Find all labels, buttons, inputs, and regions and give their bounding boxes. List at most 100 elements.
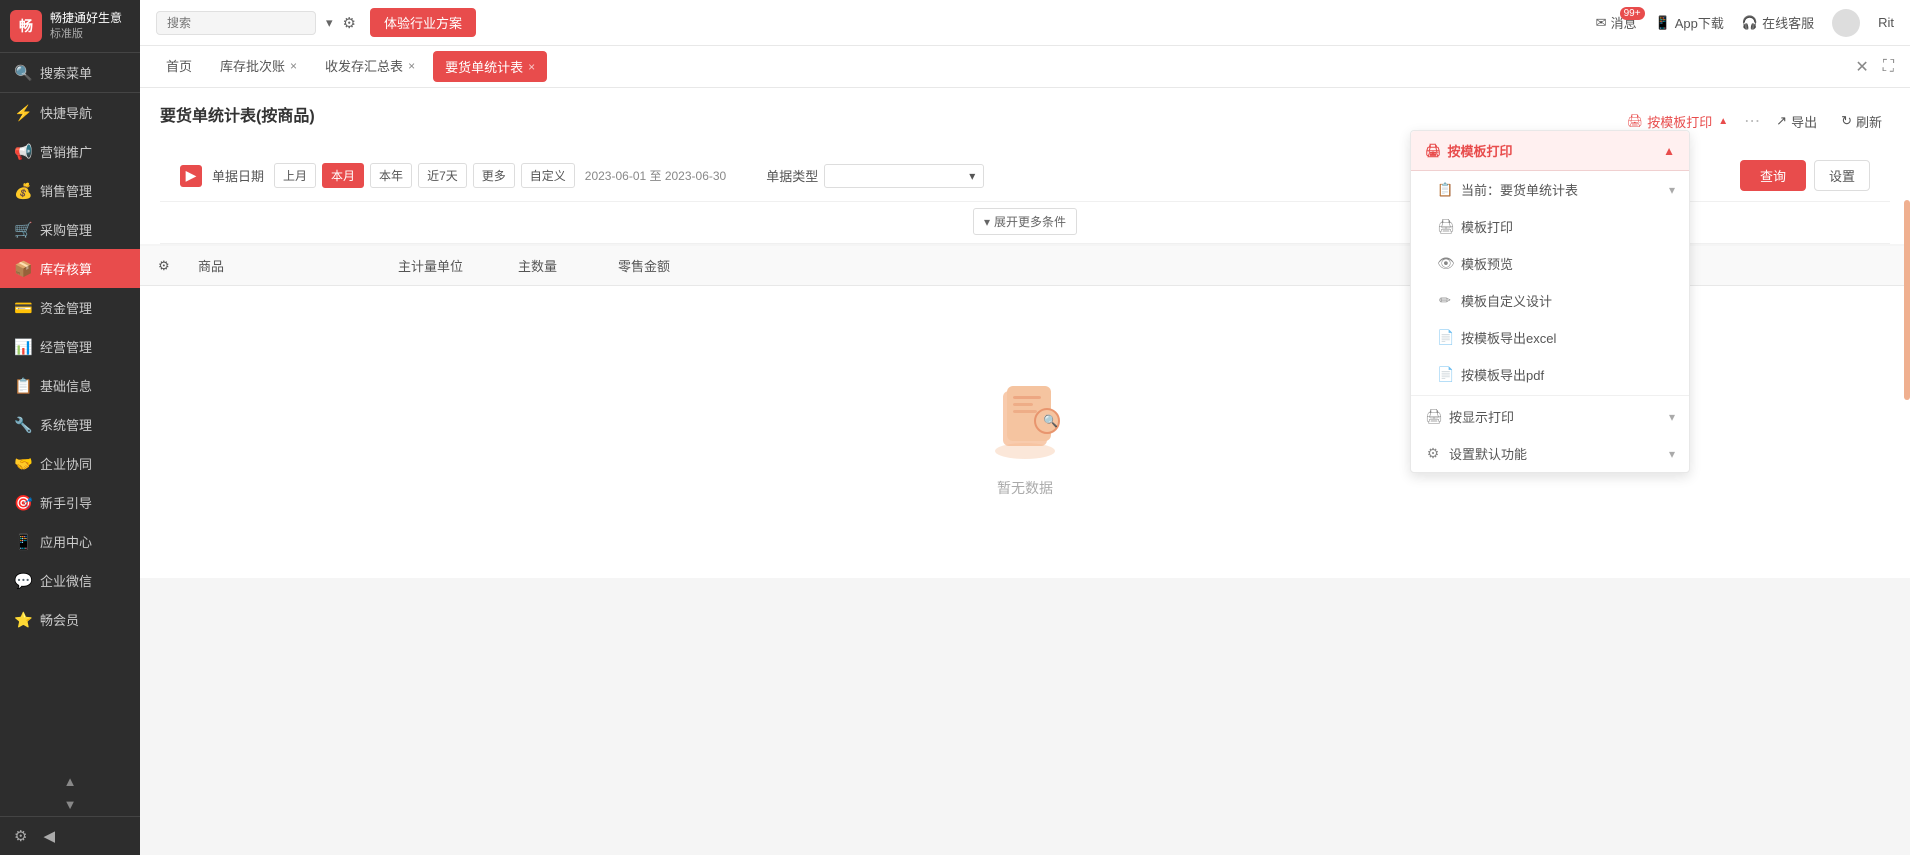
page-content: 要货单统计表(按商品) 🖨 按模板打印 ▲ ⋯ ↗ 导出 ↻ 刷新 xyxy=(140,88,1910,855)
sales-icon: 💰 xyxy=(14,182,32,200)
th-gear[interactable]: ⚙ xyxy=(150,248,190,284)
date-btn-more[interactable]: 更多 xyxy=(473,163,515,188)
new-guide-icon: 🎯 xyxy=(14,494,32,512)
topbar-dropdown-icon[interactable]: ▾ xyxy=(326,15,333,31)
topbar-gear-icon[interactable]: ⚙ xyxy=(343,14,356,32)
export-btn[interactable]: ↗ 导出 xyxy=(1768,108,1825,135)
th-unit: 主计量单位 xyxy=(390,246,510,285)
sidebar-item-new-guide[interactable]: 🎯 新手引导 xyxy=(0,483,140,522)
sidebar-item-label: 系统管理 xyxy=(40,415,92,434)
app-download-label: App下载 xyxy=(1675,13,1724,32)
dropdown-item-template-preview[interactable]: 👁 模板预览 xyxy=(1411,245,1689,282)
template-print-icon: 🖨 xyxy=(1437,218,1453,235)
sidebar-nav: ⚡ 快捷导航 📢 营销推广 💰 销售管理 🛒 采购管理 📦 库存核算 💳 资金管… xyxy=(0,93,140,770)
sidebar-item-inventory[interactable]: 📦 库存核算 xyxy=(0,249,140,288)
sidebar-item-purchase[interactable]: 🛒 采购管理 xyxy=(0,210,140,249)
enterprise-wechat-icon: 💬 xyxy=(14,572,32,590)
date-btn-this-year[interactable]: 本年 xyxy=(370,163,412,188)
dropdown-collapse-btn[interactable]: ▲ xyxy=(1663,144,1675,158)
tab-close-inventory-batch[interactable]: × xyxy=(290,59,297,73)
app-name: 畅捷通好生意 标准版 xyxy=(50,11,122,41)
dropdown-item-display-print[interactable]: 🖨 按显示打印 ▾ xyxy=(1411,398,1689,435)
tab-label: 收发存汇总表 xyxy=(325,56,403,75)
dropdown-item-template-custom[interactable]: ✏ 模板自定义设计 xyxy=(1411,282,1689,319)
message-icon: ✉ xyxy=(1596,15,1607,31)
sidebar-scroll-up[interactable]: ▲ xyxy=(0,770,140,793)
print-dropdown-header-right: ▲ xyxy=(1663,144,1675,158)
filter-toggle-btn[interactable]: ▶ xyxy=(180,165,202,187)
date-btn-prev-month[interactable]: 上月 xyxy=(274,163,316,188)
print-label: 按模板打印 xyxy=(1647,112,1712,131)
tab-home[interactable]: 首页 xyxy=(152,46,206,87)
logo-icon: 畅 xyxy=(10,10,42,42)
tab-close-all-icon[interactable]: ✕ xyxy=(1851,55,1872,79)
tab-close-collection-summary[interactable]: × xyxy=(408,59,415,73)
sidebar-item-member[interactable]: ⭐ 畅会员 xyxy=(0,600,140,639)
template-preview-label: 模板预览 xyxy=(1461,254,1513,273)
date-btn-7days[interactable]: 近7天 xyxy=(418,163,467,188)
trial-btn[interactable]: 体验行业方案 xyxy=(370,8,476,37)
sidebar-item-quick-nav[interactable]: ⚡ 快捷导航 xyxy=(0,93,140,132)
sidebar-item-label: 资金管理 xyxy=(40,298,92,317)
tab-inventory-batch[interactable]: 库存批次账 × xyxy=(206,46,311,87)
date-btn-this-month[interactable]: 本月 xyxy=(322,163,364,188)
online-service-item[interactable]: 🎧 在线客服 xyxy=(1742,13,1814,32)
th-qty: 主数量 xyxy=(510,246,610,285)
topbar-search-input[interactable] xyxy=(156,11,316,35)
date-btn-custom[interactable]: 自定义 xyxy=(521,163,575,188)
sidebar-item-app-center[interactable]: 📱 应用中心 xyxy=(0,522,140,561)
sidebar-item-marketing[interactable]: 📢 营销推广 xyxy=(0,132,140,171)
app-download-item[interactable]: 📱 App下载 xyxy=(1655,13,1724,32)
app-logo: 畅 畅捷通好生意 标准版 xyxy=(0,0,140,53)
sidebar-item-label: 企业协同 xyxy=(40,454,92,473)
display-print-icon: 🖨 xyxy=(1425,408,1441,425)
type-select[interactable]: ▾ xyxy=(824,164,984,188)
tab-close-order-stats[interactable]: × xyxy=(528,60,535,74)
gear-icon[interactable]: ⚙ xyxy=(158,258,170,273)
dropdown-item-template-print[interactable]: 🖨 模板打印 xyxy=(1411,208,1689,245)
dropdown-item-export-pdf[interactable]: 📄 按模板导出pdf xyxy=(1411,356,1689,393)
export-pdf-label: 按模板导出pdf xyxy=(1461,365,1544,384)
query-btn[interactable]: 查询 xyxy=(1740,160,1806,191)
sidebar: 畅 畅捷通好生意 标准版 🔍 搜索菜单 ⚡ 快捷导航 📢 营销推广 💰 销售管理… xyxy=(0,0,140,855)
dropdown-current-item[interactable]: 📋 当前：要货单统计表 ▾ xyxy=(1411,171,1689,208)
sidebar-settings-icon[interactable]: ⚙ xyxy=(14,827,27,845)
online-service-label: 在线客服 xyxy=(1762,13,1814,32)
sidebar-item-finance[interactable]: 💳 资金管理 xyxy=(0,288,140,327)
dropdown-item-default-func[interactable]: ⚙ 设置默认功能 ▾ xyxy=(1411,435,1689,472)
sidebar-collapse-icon[interactable]: ◀ xyxy=(43,827,55,845)
empty-text: 暂无数据 xyxy=(997,478,1053,498)
sidebar-item-system[interactable]: 🔧 系统管理 xyxy=(0,405,140,444)
sidebar-item-collab[interactable]: 🤝 企业协同 xyxy=(0,444,140,483)
tab-order-stats[interactable]: 要货单统计表 × xyxy=(433,51,547,82)
print-dropdown-arrow[interactable]: ▲ xyxy=(1718,116,1728,127)
default-func-arrow: ▾ xyxy=(1669,447,1675,461)
settings-btn[interactable]: 设置 xyxy=(1814,160,1870,191)
type-select-arrow: ▾ xyxy=(969,169,975,183)
expand-icon: ▾ xyxy=(984,215,990,229)
right-scrollbar[interactable] xyxy=(1904,200,1910,400)
sidebar-item-label: 基础信息 xyxy=(40,376,92,395)
th-amount: 零售金额 xyxy=(610,246,730,285)
user-avatar[interactable] xyxy=(1832,9,1860,37)
print-dropdown-title: 按模板打印 xyxy=(1448,141,1513,160)
type-filter-group: 单据类型 ▾ xyxy=(766,164,984,188)
dropdown-item-export-excel[interactable]: 📄 按模板导出excel xyxy=(1411,319,1689,356)
sidebar-item-enterprise-wechat[interactable]: 💬 企业微信 xyxy=(0,561,140,600)
sidebar-scroll-down[interactable]: ▼ xyxy=(0,793,140,816)
sidebar-item-operations[interactable]: 📊 经营管理 xyxy=(0,327,140,366)
tabs-right-controls: ✕ ⛶ xyxy=(1851,55,1898,79)
expand-more-btn[interactable]: ▾ 展开更多条件 xyxy=(973,208,1077,235)
sidebar-item-basic-info[interactable]: 📋 基础信息 xyxy=(0,366,140,405)
print-header-icon: 🖨 xyxy=(1425,143,1442,159)
current-item-icon: 📋 xyxy=(1437,182,1453,198)
messages-item[interactable]: ✉ 消息 99+ xyxy=(1596,13,1637,32)
tab-collection-summary[interactable]: 收发存汇总表 × xyxy=(311,46,429,87)
template-print-label: 模板打印 xyxy=(1461,217,1513,236)
sidebar-item-search[interactable]: 🔍 搜索菜单 xyxy=(0,53,140,93)
phone-icon: 📱 xyxy=(1655,15,1671,31)
sidebar-item-sales[interactable]: 💰 销售管理 xyxy=(0,171,140,210)
refresh-btn[interactable]: ↻ 刷新 xyxy=(1833,108,1890,135)
tab-maximize-icon[interactable]: ⛶ xyxy=(1879,56,1898,78)
print-dropdown-title-group: 🖨 按模板打印 xyxy=(1425,141,1513,160)
